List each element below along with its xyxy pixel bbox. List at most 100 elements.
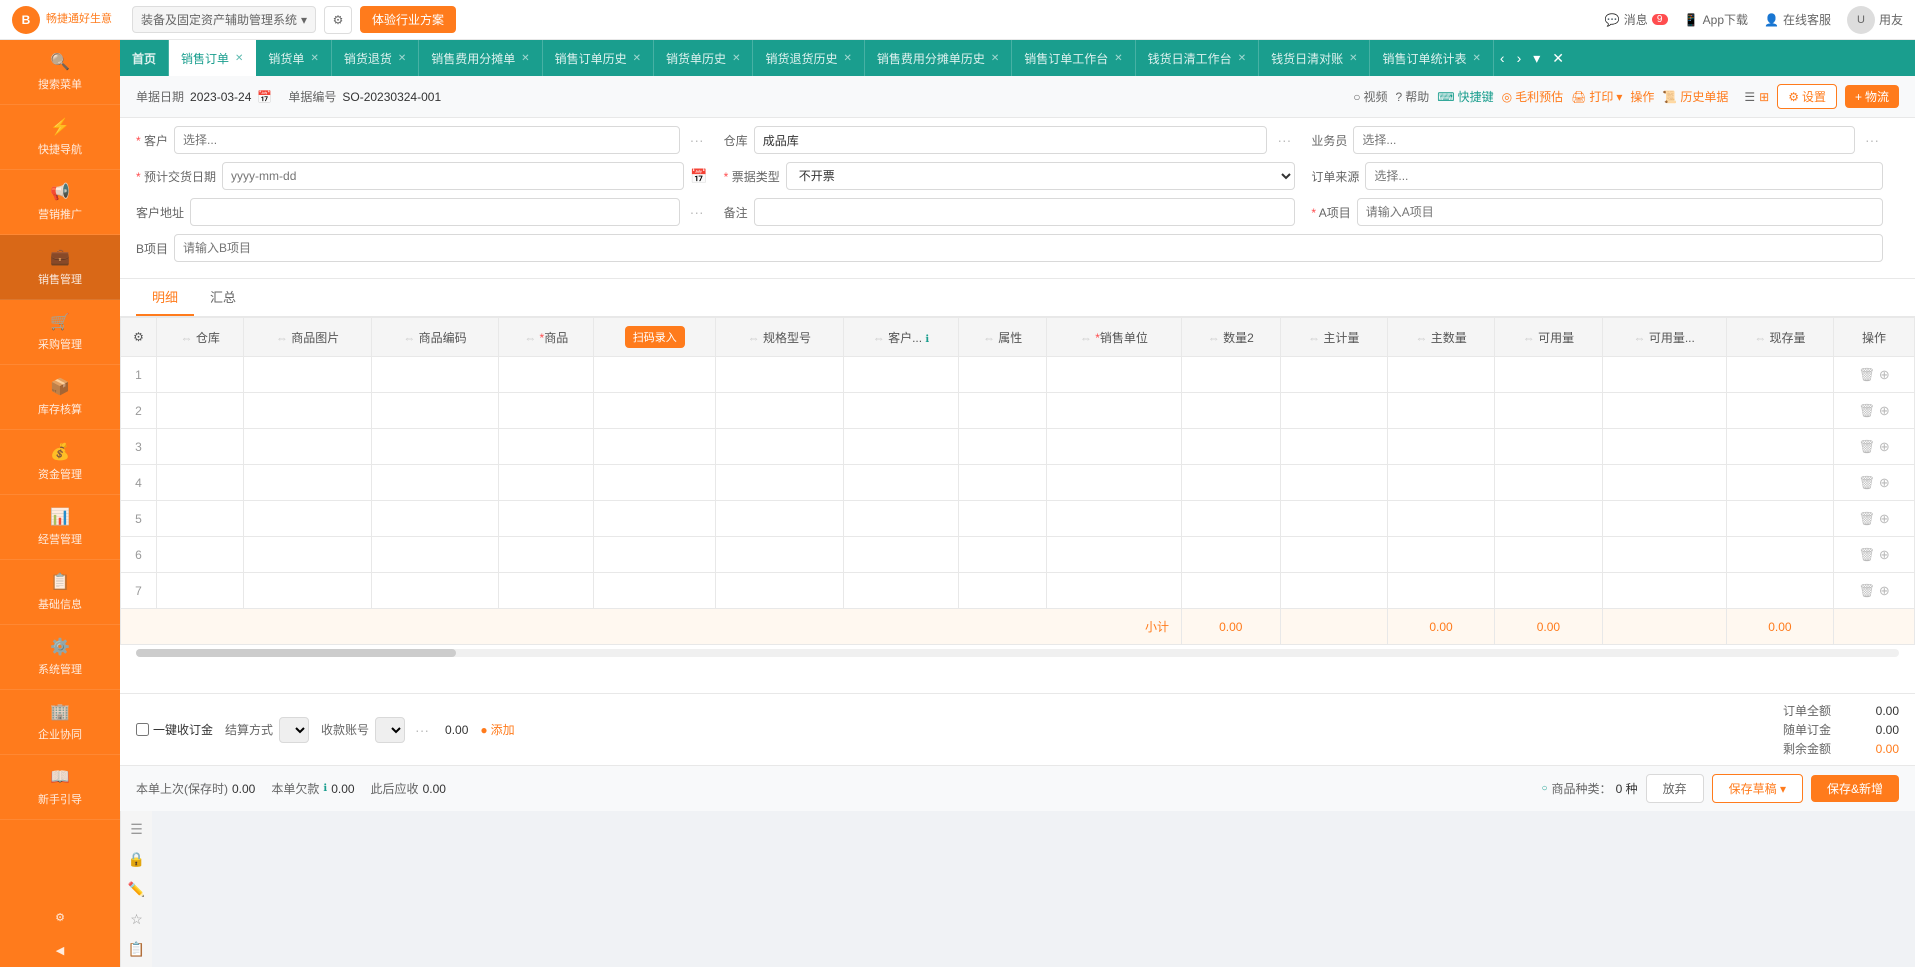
sidebar-item-stock[interactable]: 📦 库存核算	[0, 365, 120, 430]
sidebar-item-search[interactable]: 🔍 搜索菜单	[0, 40, 120, 105]
sidebar-item-system[interactable]: ⚙️ 系统管理	[0, 625, 120, 690]
right-icon-layout[interactable]: ☰	[123, 815, 151, 843]
tab-refund-history[interactable]: 销货退货历史 ✕	[753, 40, 864, 76]
delete-icon-2[interactable]: 🗑	[1856, 401, 1877, 420]
tab-cash-reconcile[interactable]: 钱货日清对账 ✕	[1259, 40, 1370, 76]
operate-btn[interactable]: 操作	[1630, 88, 1654, 105]
tab-close-sales-return[interactable]: ✕	[310, 53, 318, 64]
copy-icon-4[interactable]: ⊕	[1877, 473, 1892, 492]
warehouse-more-btn[interactable]: ···	[1273, 132, 1295, 148]
delete-icon-6[interactable]: 🗑	[1856, 545, 1877, 564]
help-btn[interactable]: ? 帮助	[1396, 88, 1430, 105]
notification-item[interactable]: 💬 消息 9	[1605, 11, 1668, 28]
print-btn[interactable]: 🖨 打印 ▾	[1571, 88, 1622, 105]
customer-input[interactable]	[174, 126, 680, 154]
sidebar-item-marketing[interactable]: 📢 营销推广	[0, 170, 120, 235]
payment-select[interactable]	[279, 717, 309, 743]
tab-close-fee-history[interactable]: ✕	[991, 53, 999, 64]
warehouse-input[interactable]	[754, 126, 1268, 154]
copy-icon-2[interactable]: ⊕	[1877, 401, 1892, 420]
settings-btn[interactable]: ⚙ 设置	[1777, 84, 1837, 109]
tab-cash-daily[interactable]: 钱货日清工作台 ✕	[1136, 40, 1259, 76]
copy-icon-3[interactable]: ⊕	[1877, 437, 1892, 456]
delivery-date-input[interactable]	[222, 162, 684, 190]
sidebar-item-basic[interactable]: 📋 基础信息	[0, 560, 120, 625]
order-source-input[interactable]	[1365, 162, 1883, 190]
grid-layout-btn[interactable]: ⊞	[1759, 90, 1769, 104]
sidebar-item-enterprise[interactable]: 🏢 企业协同	[0, 690, 120, 755]
sidebar-collapse-btn[interactable]: ◀	[0, 934, 120, 967]
tab-detail[interactable]: 明细	[136, 279, 194, 316]
right-icon-star[interactable]: ☆	[123, 905, 151, 933]
discard-btn[interactable]: 放弃	[1646, 774, 1704, 803]
tab-sales-fee-split[interactable]: 销售费用分摊单 ✕	[419, 40, 542, 76]
add-logistics-btn[interactable]: + 物流	[1845, 85, 1899, 108]
tab-close-workbench[interactable]: ✕	[1114, 53, 1122, 64]
online-service-item[interactable]: 👤 在线客服	[1764, 11, 1831, 28]
one-click-deposit-checkbox[interactable]	[136, 723, 149, 736]
copy-icon-1[interactable]: ⊕	[1877, 365, 1892, 384]
tab-close-sales-fee-split[interactable]: ✕	[521, 53, 529, 64]
tab-close-sales-stats[interactable]: ✕	[1473, 53, 1481, 64]
b-project-input[interactable]	[174, 234, 1883, 262]
calendar-icon[interactable]: 📅	[257, 90, 272, 104]
col-scan[interactable]: 扫码录入	[594, 318, 716, 357]
tab-sales-refund[interactable]: 销货退货 ✕	[332, 40, 419, 76]
sidebar-item-quick[interactable]: ⚡ 快捷导航	[0, 105, 120, 170]
settings-icon-btn[interactable]: ⚙	[324, 6, 352, 34]
app-download-item[interactable]: 📱 App下载	[1684, 11, 1748, 28]
tab-fee-history[interactable]: 销售费用分摊单历史 ✕	[865, 40, 1012, 76]
tab-close-cash-daily[interactable]: ✕	[1238, 53, 1246, 64]
industry-btn[interactable]: 体验行业方案	[360, 6, 456, 33]
delete-icon-1[interactable]: 🗑	[1856, 365, 1877, 384]
tab-close-sales-refund[interactable]: ✕	[398, 53, 406, 64]
tabs-close-all-btn[interactable]: ✕	[1546, 50, 1570, 67]
a-project-input[interactable]	[1357, 198, 1883, 226]
tabs-next-btn[interactable]: ›	[1511, 50, 1528, 66]
tab-sales-stats[interactable]: 销售订单统计表 ✕	[1370, 40, 1493, 76]
sidebar-item-operations[interactable]: 📊 经营管理	[0, 495, 120, 560]
address-input[interactable]	[190, 198, 680, 226]
remark-input[interactable]	[754, 198, 1296, 226]
delete-icon-4[interactable]: 🗑	[1856, 473, 1877, 492]
tab-close-sales-order[interactable]: ✕	[235, 53, 243, 64]
list-layout-btn[interactable]: ☰	[1744, 90, 1755, 104]
tab-close-cash-reconcile[interactable]: ✕	[1349, 53, 1357, 64]
tab-close-sales-history[interactable]: ✕	[633, 53, 641, 64]
save-draft-dropdown-icon[interactable]: ▾	[1780, 782, 1786, 796]
shortcut-btn[interactable]: ⌨ 快捷键	[1437, 88, 1493, 105]
copy-icon-6[interactable]: ⊕	[1877, 545, 1892, 564]
date-picker-icon[interactable]: 📅	[690, 168, 707, 185]
right-icon-lock[interactable]: 🔒	[123, 845, 151, 873]
right-icon-edit[interactable]: ✏️	[123, 875, 151, 903]
tab-sales-order[interactable]: 销售订单 ✕	[169, 40, 256, 76]
user-item[interactable]: U 用友	[1847, 6, 1903, 34]
tab-sales-return[interactable]: 销货单 ✕	[256, 40, 331, 76]
save-new-btn[interactable]: 保存&新增	[1811, 775, 1899, 802]
staff-input[interactable]	[1353, 126, 1855, 154]
table-scrollbar[interactable]	[136, 649, 1899, 657]
sidebar-item-capital[interactable]: 💰 资金管理	[0, 430, 120, 495]
system-selector[interactable]: 装备及固定资产辅助管理系统 ▾	[132, 6, 316, 33]
sidebar-item-guide[interactable]: 📖 新手引导	[0, 755, 120, 820]
scan-btn[interactable]: 扫码录入	[625, 326, 685, 348]
delete-icon-5[interactable]: 🗑	[1856, 509, 1877, 528]
tab-workbench[interactable]: 销售订单工作台 ✕	[1012, 40, 1135, 76]
add-btn[interactable]: ● 添加	[480, 721, 514, 738]
account-select[interactable]	[375, 717, 405, 743]
tabs-prev-btn[interactable]: ‹	[1494, 50, 1511, 66]
tabs-menu-btn[interactable]: ▾	[1527, 50, 1546, 67]
customer-more-btn[interactable]: ···	[686, 132, 708, 148]
profit-btn[interactable]: ◎ 毛利预估	[1502, 88, 1564, 105]
save-draft-btn[interactable]: 保存草稿 ▾	[1712, 774, 1803, 803]
invoice-type-select[interactable]: 不开票	[786, 162, 1296, 190]
delete-icon-7[interactable]: 🗑	[1856, 581, 1877, 600]
tab-home[interactable]: 首页	[120, 40, 169, 76]
right-icon-form[interactable]: 📋	[123, 935, 151, 963]
one-click-deposit-label[interactable]: 一键收订金	[136, 721, 213, 738]
tab-close-refund-history[interactable]: ✕	[843, 53, 851, 64]
sidebar-item-purchase[interactable]: 🛒 采购管理	[0, 300, 120, 365]
copy-icon-7[interactable]: ⊕	[1877, 581, 1892, 600]
staff-more-btn[interactable]: ···	[1861, 132, 1883, 148]
video-btn[interactable]: ○ 视频	[1353, 88, 1387, 105]
